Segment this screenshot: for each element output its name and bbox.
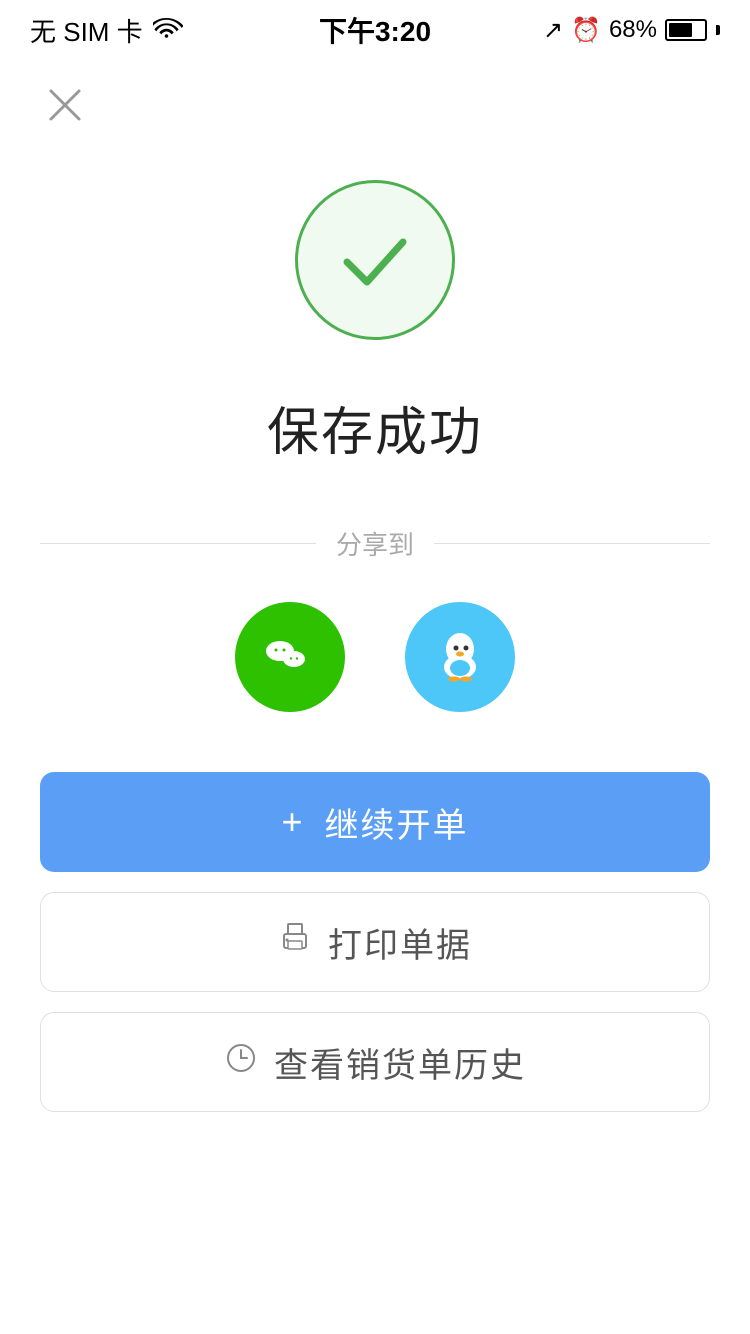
share-section: 分享到 — [40, 525, 710, 712]
battery-percent: 68% — [609, 16, 657, 44]
status-time: 下午3:20 — [319, 10, 431, 50]
action-buttons: + 继续开单 打印单据 查看销货单历史 — [40, 772, 710, 1112]
battery-icon — [665, 19, 707, 41]
print-label: 打印单据 — [328, 918, 472, 967]
history-icon — [224, 1041, 258, 1084]
history-button[interactable]: 查看销货单历史 — [40, 1012, 710, 1112]
continue-button[interactable]: + 继续开单 — [40, 772, 710, 872]
battery-tip — [716, 25, 720, 35]
status-bar: 无 SIM 卡 下午3:20 ↗ ⏰ 68% — [0, 0, 750, 60]
status-right: ↗ ⏰ 68% — [543, 16, 720, 45]
carrier-text: 无 SIM 卡 — [30, 12, 143, 49]
location-icon: ↗ — [543, 16, 563, 45]
continue-label: 继续开单 — [325, 798, 469, 847]
alarm-icon: ⏰ — [571, 16, 601, 45]
print-icon — [278, 921, 312, 963]
qq-icon — [428, 625, 492, 689]
success-title: 保存成功 — [267, 390, 483, 465]
wechat-icon — [258, 625, 322, 689]
print-button[interactable]: 打印单据 — [40, 892, 710, 992]
divider-left — [40, 543, 316, 544]
qq-share-button[interactable] — [405, 602, 515, 712]
close-button-row — [40, 80, 710, 130]
share-icons — [40, 602, 710, 712]
continue-icon: + — [281, 801, 304, 843]
close-button[interactable] — [40, 80, 90, 130]
wechat-share-button[interactable] — [235, 602, 345, 712]
wifi-icon — [153, 18, 183, 42]
close-icon — [47, 87, 83, 123]
share-label: 分享到 — [336, 525, 414, 562]
main-content: 保存成功 分享到 — [0, 60, 750, 1152]
divider-right — [434, 543, 710, 544]
checkmark-icon — [335, 220, 415, 300]
share-divider: 分享到 — [40, 525, 710, 562]
history-label: 查看销货单历史 — [274, 1038, 526, 1087]
success-icon-circle — [295, 180, 455, 340]
status-left: 无 SIM 卡 — [30, 12, 183, 49]
